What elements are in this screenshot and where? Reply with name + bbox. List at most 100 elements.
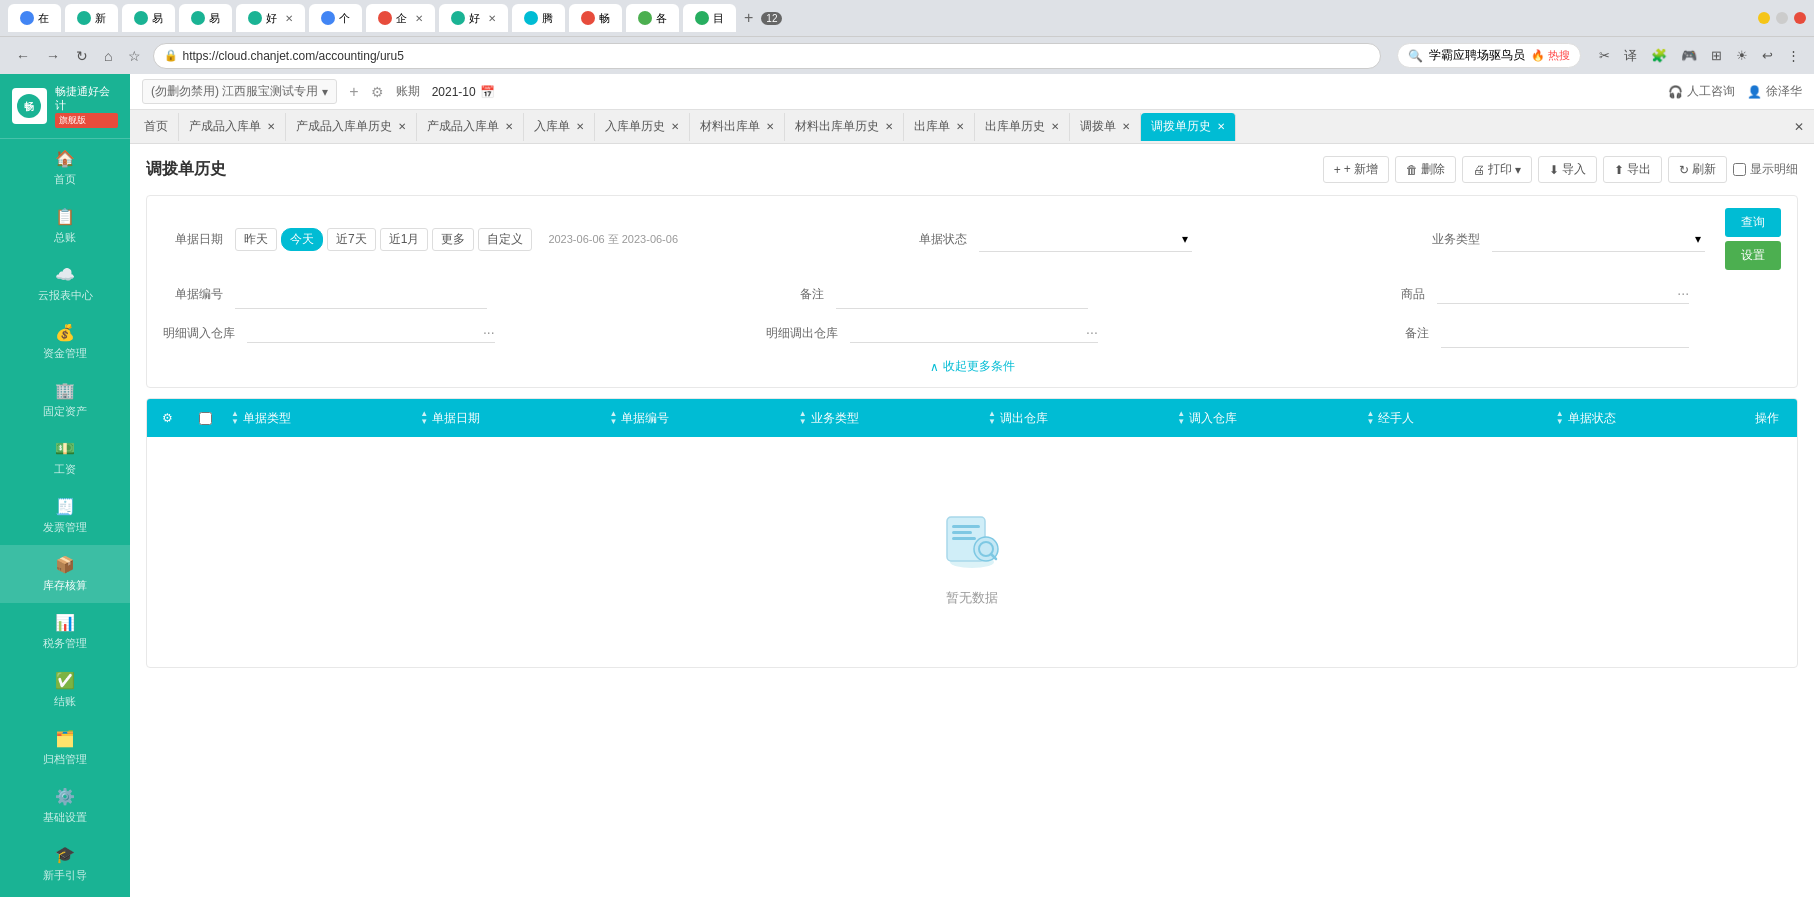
brightness-icon[interactable]: ☀ (1734, 46, 1750, 65)
close-button[interactable] (1794, 12, 1806, 24)
browser-tab-8[interactable]: 好 ✕ (439, 4, 508, 32)
th-gear[interactable]: ⚙ (147, 411, 187, 425)
period-value[interactable]: 2021-10 📅 (432, 85, 495, 99)
sidebar-item-settings[interactable]: ⚙️ 基础设置 (0, 777, 130, 835)
page-tab-material-out-close[interactable]: ✕ (766, 121, 774, 132)
address-input[interactable]: 🔒 https://cloud.chanjet.com/accounting/u… (153, 43, 1380, 69)
status-filter-select[interactable]: ▾ (979, 226, 1192, 252)
delete-button[interactable]: 🗑 删除 (1395, 156, 1456, 183)
browser-tab-7-close[interactable]: ✕ (415, 13, 423, 24)
sidebar-item-home[interactable]: 🏠 首页 (0, 139, 130, 197)
sidebar-item-archive[interactable]: 🗂️ 归档管理 (0, 719, 130, 777)
export-button[interactable]: ⬆ 导出 (1603, 156, 1662, 183)
minimize-button[interactable] (1758, 12, 1770, 24)
detail-out-ellipsis[interactable]: ··· (1086, 324, 1098, 340)
sidebar-item-reports[interactable]: ☁️ 云报表中心 (0, 255, 130, 313)
date-btn-7days[interactable]: 近7天 (327, 228, 376, 251)
undo-icon[interactable]: ↩ (1760, 46, 1775, 65)
sidebar-item-close[interactable]: ✅ 结账 (0, 661, 130, 719)
user-info[interactable]: 👤 徐泽华 (1747, 83, 1802, 100)
browser-tab-4[interactable]: 易 (179, 4, 232, 32)
collapse-button[interactable]: ∧ 收起更多条件 (930, 358, 1015, 375)
back-button[interactable]: ← (12, 46, 34, 66)
page-tab-transfer-hist-close[interactable]: ✕ (1217, 121, 1225, 132)
page-tab-transfer-hist[interactable]: 调拨单历史 ✕ (1141, 113, 1236, 141)
browser-tab-8-close[interactable]: ✕ (488, 13, 496, 24)
th-out-wh[interactable]: ▲▼ 调出仓库 (980, 410, 1169, 427)
sidebar-item-invoice[interactable]: 🧾 发票管理 (0, 487, 130, 545)
page-tab-inbound-hist[interactable]: 入库单历史 ✕ (595, 113, 690, 141)
extension-icon[interactable]: 🧩 (1649, 46, 1669, 65)
translate-icon[interactable]: 译 (1622, 45, 1639, 67)
page-tab-outbound-close[interactable]: ✕ (956, 121, 964, 132)
th-biz[interactable]: ▲▼ 业务类型 (791, 410, 980, 427)
page-tab-outbound-hist-close[interactable]: ✕ (1051, 121, 1059, 132)
page-tab-material-out[interactable]: 材料出库单 ✕ (690, 113, 785, 141)
grid-icon[interactable]: ⊞ (1709, 46, 1724, 65)
page-tab-finished-in[interactable]: 产成品入库单 ✕ (179, 113, 286, 141)
new-button[interactable]: + + 新增 (1323, 156, 1389, 183)
display-detail-checkbox[interactable]: 显示明细 (1733, 161, 1798, 178)
detail-note-input[interactable] (1441, 319, 1689, 345)
company-selector[interactable]: (勿删勿禁用) 江西服宝测试专用 ▾ (142, 79, 337, 104)
add-company-button[interactable]: + (349, 83, 358, 101)
sidebar-item-assets[interactable]: 🏢 固定资产 (0, 371, 130, 429)
reload-button[interactable]: ↻ (72, 46, 92, 66)
service-button[interactable]: 🎧 人工咨询 (1668, 83, 1735, 100)
game-icon[interactable]: 🎮 (1679, 46, 1699, 65)
filter-settings-button[interactable]: 设置 (1725, 241, 1781, 270)
browser-tab-9[interactable]: 腾 (512, 4, 565, 32)
page-tab-inbound-close[interactable]: ✕ (576, 121, 584, 132)
goods-ellipsis[interactable]: ··· (1677, 285, 1689, 301)
th-checkbox[interactable] (187, 412, 223, 425)
browser-tab-1[interactable]: 在 (8, 4, 61, 32)
forward-button[interactable]: → (42, 46, 64, 66)
page-tab-finished-in2-close[interactable]: ✕ (505, 121, 513, 132)
display-checkbox-input[interactable] (1733, 163, 1746, 176)
scissors-icon[interactable]: ✂ (1597, 46, 1612, 65)
date-btn-today[interactable]: 今天 (281, 228, 323, 251)
new-tab-button[interactable]: + (740, 9, 757, 27)
page-tab-finished-in-hist[interactable]: 产成品入库单历史 ✕ (286, 113, 417, 141)
sidebar-item-tax[interactable]: 📊 税务管理 (0, 603, 130, 661)
sidebar-item-guide[interactable]: 🎓 新手引导 (0, 835, 130, 893)
sidebar-item-funds[interactable]: 💰 资金管理 (0, 313, 130, 371)
note-input[interactable] (836, 280, 1088, 306)
browser-tab-10[interactable]: 畅 (569, 4, 622, 32)
biz-type-select[interactable]: ▾ (1492, 226, 1705, 252)
browser-tab-2[interactable]: 新 (65, 4, 118, 32)
th-number[interactable]: ▲▼ 单据编号 (602, 410, 791, 427)
menu-icon[interactable]: ⋮ (1785, 46, 1802, 65)
date-btn-more[interactable]: 更多 (432, 228, 474, 251)
date-btn-1month[interactable]: 近1月 (380, 228, 429, 251)
sidebar-item-member[interactable]: V 畅会员 (0, 893, 130, 897)
page-tab-home[interactable]: 首页 (134, 113, 179, 141)
sidebar-item-ledger[interactable]: 📋 总账 (0, 197, 130, 255)
home-button[interactable]: ⌂ (100, 46, 116, 66)
browser-tab-12[interactable]: 目 (683, 4, 736, 32)
date-btn-custom[interactable]: 自定义 (478, 228, 532, 251)
th-handler[interactable]: ▲▼ 经手人 (1359, 410, 1548, 427)
sidebar-item-inventory[interactable]: 📦 库存核算 (0, 545, 130, 603)
print-button[interactable]: 🖨 打印 ▾ (1462, 156, 1532, 183)
page-tab-inbound[interactable]: 入库单 ✕ (524, 113, 595, 141)
th-status[interactable]: ▲▼ 单据状态 (1548, 410, 1737, 427)
th-date[interactable]: ▲▼ 单据日期 (412, 410, 601, 427)
page-tab-material-out-hist[interactable]: 材料出库单历史 ✕ (785, 113, 904, 141)
refresh-button[interactable]: ↻ 刷新 (1668, 156, 1727, 183)
page-tab-finished-in-hist-close[interactable]: ✕ (398, 121, 406, 132)
page-tab-transfer[interactable]: 调拨单 ✕ (1070, 113, 1141, 141)
page-tab-finished-in-close[interactable]: ✕ (267, 121, 275, 132)
th-in-wh[interactable]: ▲▼ 调入仓库 (1169, 410, 1358, 427)
browser-tab-3[interactable]: 易 (122, 4, 175, 32)
query-button[interactable]: 查询 (1725, 208, 1781, 237)
page-tab-transfer-close[interactable]: ✕ (1122, 121, 1130, 132)
th-type[interactable]: ▲▼ 单据类型 (223, 410, 412, 427)
date-btn-yesterday[interactable]: 昨天 (235, 228, 277, 251)
page-tab-outbound[interactable]: 出库单 ✕ (904, 113, 975, 141)
browser-tab-6[interactable]: 个 (309, 4, 362, 32)
bookmark-button[interactable]: ☆ (124, 46, 145, 66)
collapse-tabs-button[interactable]: ✕ (1788, 120, 1810, 134)
browser-tab-11[interactable]: 各 (626, 4, 679, 32)
maximize-button[interactable] (1776, 12, 1788, 24)
